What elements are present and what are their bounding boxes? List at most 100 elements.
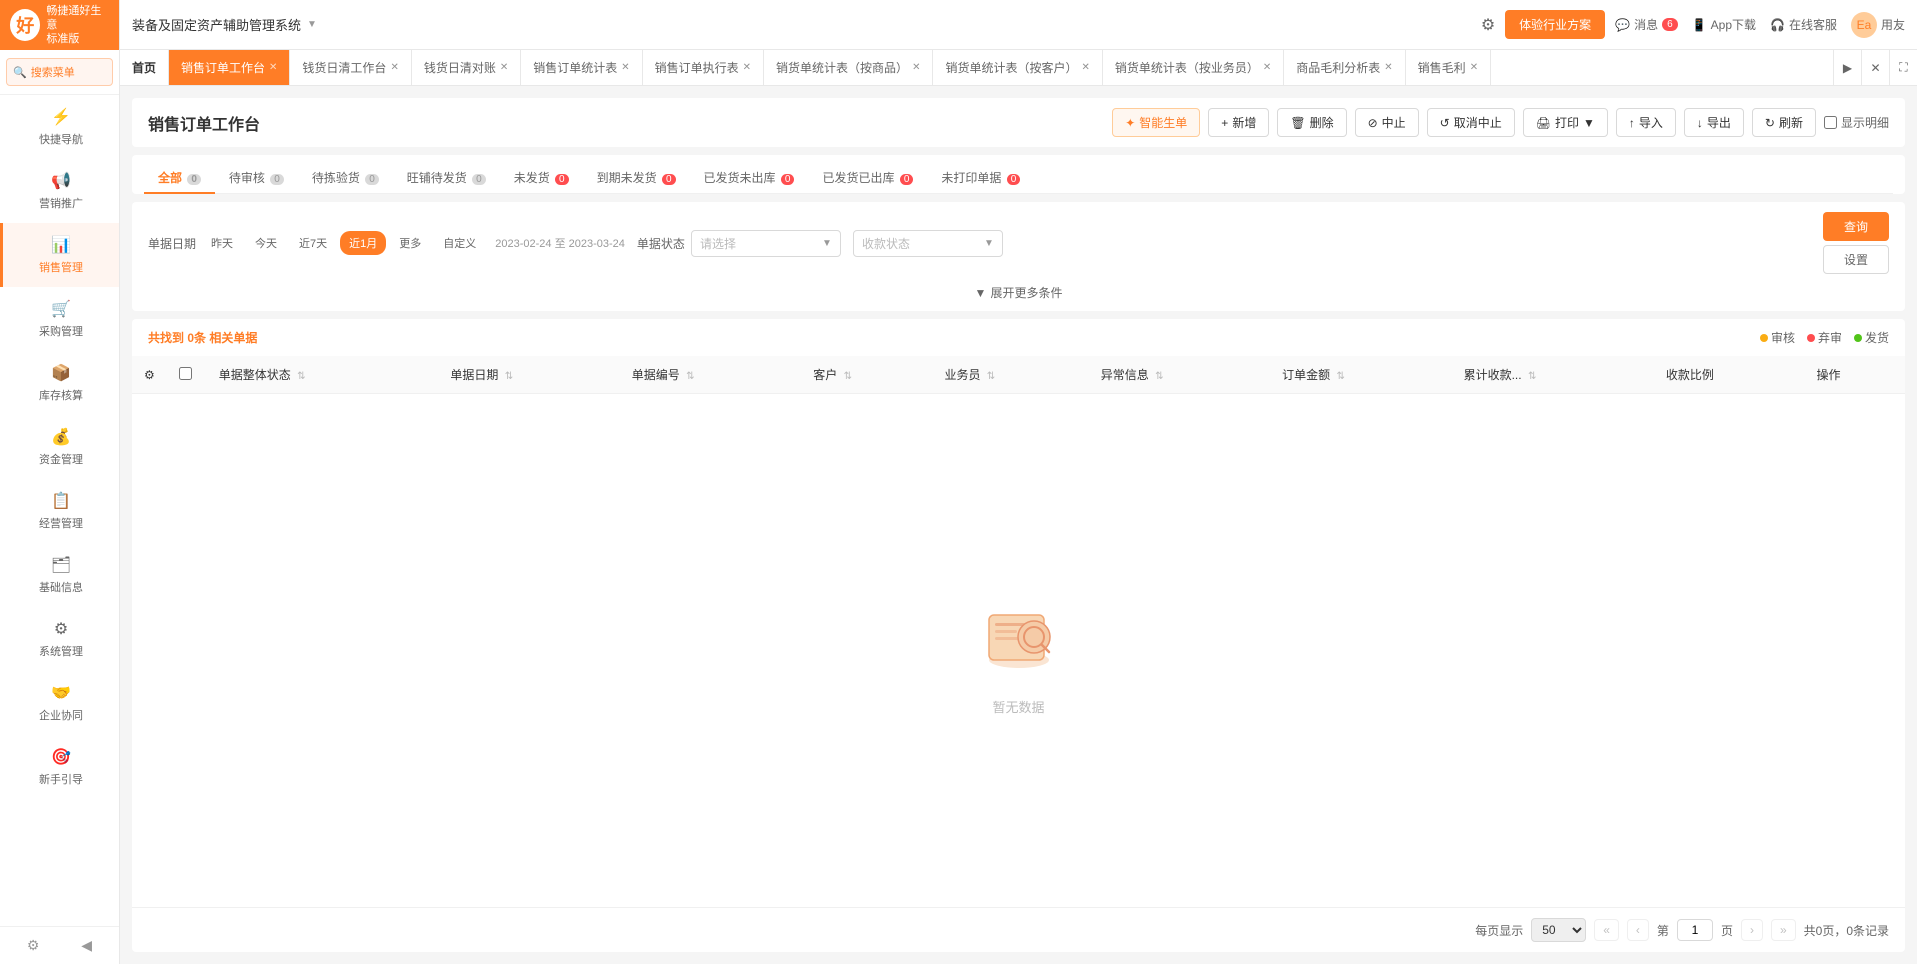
tab-close-sales-stat-product[interactable]: ✕ xyxy=(912,62,920,73)
sidebar-settings-button[interactable]: ⚙ xyxy=(27,937,40,954)
tab-sales-stat-customer[interactable]: 销货单统计表（按客户） ✕ xyxy=(933,50,1102,86)
stop-button[interactable]: ⊘ 中止 xyxy=(1355,108,1419,137)
tab-close-sales-stat[interactable]: ✕ xyxy=(621,62,629,73)
refresh-button[interactable]: ↻ 刷新 xyxy=(1752,108,1816,137)
date-btn-custom[interactable]: 自定义 xyxy=(434,231,485,255)
sub-tab-all[interactable]: 全部 0 xyxy=(144,163,215,194)
tab-close-sales-stat-staff[interactable]: ✕ xyxy=(1263,62,1271,73)
tab-close-cash-reconcile[interactable]: ✕ xyxy=(500,62,508,73)
show-detail-checkbox-label[interactable]: 显示明细 xyxy=(1824,114,1889,131)
topbar-settings-icon[interactable]: ⚙ xyxy=(1481,15,1495,35)
tab-fullscreen-button[interactable]: ⛶ xyxy=(1889,50,1917,86)
date-btn-more[interactable]: 更多 xyxy=(390,231,430,255)
tab-sales-workbench[interactable]: 销售订单工作台 ✕ xyxy=(169,50,290,86)
page-actions: ✦ 智能生单 + 新增 🗑 删除 ⊘ 中止 ↺ 取消中止 xyxy=(1112,108,1889,137)
tab-cash-reconcile[interactable]: 钱货日清对账 ✕ xyxy=(412,50,521,86)
sub-tab-wangpu[interactable]: 旺铺待发货 0 xyxy=(393,163,500,194)
status-select[interactable]: 请选择 ▼ xyxy=(691,230,841,257)
col-number-sort-icon[interactable]: ⇅ xyxy=(686,371,694,382)
show-detail-checkbox[interactable] xyxy=(1824,116,1837,129)
operations-icon: 📋 xyxy=(51,491,71,511)
tab-sales-exec[interactable]: 销售订单执行表 ✕ xyxy=(643,50,764,86)
prev-page-button[interactable]: ‹ xyxy=(1627,919,1649,941)
payment-select[interactable]: 收款状态 ▼ xyxy=(853,230,1003,257)
sidebar-item-operations[interactable]: 📋 经营管理 xyxy=(0,479,119,543)
export-button[interactable]: ↓ 导出 xyxy=(1684,108,1744,137)
search-menu-button[interactable]: 🔍 搜索菜单 xyxy=(6,58,113,86)
message-button[interactable]: 💬 消息 6 xyxy=(1615,16,1678,33)
tab-close-sales-stat-customer[interactable]: ✕ xyxy=(1081,62,1089,73)
filter-settings-button[interactable]: 设置 xyxy=(1823,245,1889,274)
online-service-button[interactable]: 🎧 在线客服 xyxy=(1770,16,1837,33)
sidebar-collapse-button[interactable]: ◀ xyxy=(81,937,92,954)
config-icon[interactable]: ⚙ xyxy=(144,368,155,382)
page-number-input[interactable] xyxy=(1677,919,1713,941)
ai-generate-button[interactable]: ✦ 智能生单 xyxy=(1112,108,1200,137)
sidebar-item-quick-nav[interactable]: ⚡ 快捷导航 xyxy=(0,95,119,159)
select-all-checkbox[interactable] xyxy=(179,367,192,380)
col-date-sort-icon[interactable]: ⇅ xyxy=(505,371,513,382)
tab-cash-daily[interactable]: 钱货日清工作台 ✕ xyxy=(290,50,411,86)
import-button[interactable]: ↑ 导入 xyxy=(1616,108,1676,137)
date-btn-1month[interactable]: 近1月 xyxy=(340,231,386,255)
sidebar-item-finance[interactable]: 💰 资金管理 xyxy=(0,415,119,479)
table-header: ⚙ 单据整体状态 ⇅ 单据日期 ⇅ xyxy=(132,356,1905,394)
refresh-icon: ↻ xyxy=(1765,116,1775,130)
col-amount-sort-icon[interactable]: ⇅ xyxy=(1337,371,1345,382)
query-button[interactable]: 查询 xyxy=(1823,212,1889,241)
cancel-stop-button[interactable]: ↺ 取消中止 xyxy=(1427,108,1515,137)
review-action-button[interactable]: 审核 xyxy=(1760,329,1795,346)
tab-home[interactable]: 首页 xyxy=(120,50,169,86)
date-btn-today[interactable]: 今天 xyxy=(246,231,286,255)
tab-close-sales-profit[interactable]: ✕ xyxy=(1470,62,1478,73)
sub-tab-pending-inspect[interactable]: 待拣验货 0 xyxy=(298,163,393,194)
sidebar-item-cooperation[interactable]: 🤝 企业协同 xyxy=(0,671,119,735)
col-exception-sort-icon[interactable]: ⇅ xyxy=(1155,371,1163,382)
sidebar-item-inventory[interactable]: 📦 库存核算 xyxy=(0,351,119,415)
first-page-button[interactable]: « xyxy=(1594,919,1619,941)
sub-tab-pending-review[interactable]: 待审核 0 xyxy=(215,163,298,194)
sub-tab-shipped-out[interactable]: 已发货已出库 0 xyxy=(808,163,927,194)
add-icon: + xyxy=(1221,116,1228,130)
sub-tab-shipped-not-out[interactable]: 已发货未出库 0 xyxy=(690,163,809,194)
tab-sales-profit[interactable]: 销售毛利 ✕ xyxy=(1406,50,1491,86)
tab-sales-stat[interactable]: 销售订单统计表 ✕ xyxy=(521,50,642,86)
col-status-sort-icon[interactable]: ⇅ xyxy=(297,371,305,382)
cancel-review-action-button[interactable]: 弃审 xyxy=(1807,329,1842,346)
date-btn-7days[interactable]: 近7天 xyxy=(290,231,336,255)
industry-solution-button[interactable]: 体验行业方案 xyxy=(1505,10,1605,39)
sub-tab-not-printed[interactable]: 未打印单据 0 xyxy=(927,163,1034,194)
expand-conditions-button[interactable]: ▼ 展开更多条件 xyxy=(975,280,1063,301)
sidebar-item-marketing[interactable]: 📢 营销推广 xyxy=(0,159,119,223)
col-received-sort-icon[interactable]: ⇅ xyxy=(1528,371,1536,382)
sidebar-item-basic-info[interactable]: 🗂 基础信息 xyxy=(0,543,119,607)
tab-sales-stat-staff[interactable]: 销货单统计表（按业务员） ✕ xyxy=(1103,50,1284,86)
tab-close-cash-daily[interactable]: ✕ xyxy=(390,62,398,73)
sidebar-item-sales[interactable]: 📊 销售管理 xyxy=(0,223,119,287)
user-menu-button[interactable]: Ea 用友 xyxy=(1851,12,1905,38)
app-download-button[interactable]: 📱 App下载 xyxy=(1692,16,1756,33)
tab-sales-stat-product[interactable]: 销货单统计表（按商品） ✕ xyxy=(764,50,933,86)
tab-close-sales-exec[interactable]: ✕ xyxy=(743,62,751,73)
tab-product-margin[interactable]: 商品毛利分析表 ✕ xyxy=(1284,50,1405,86)
print-button[interactable]: 🖨 打印 ▼ xyxy=(1523,108,1608,137)
sub-tab-not-shipped[interactable]: 未发货 0 xyxy=(500,163,583,194)
ship-action-button[interactable]: 发货 xyxy=(1854,329,1889,346)
tab-close-sales-workbench[interactable]: ✕ xyxy=(269,62,277,73)
sidebar-item-system[interactable]: ⚙ 系统管理 xyxy=(0,607,119,671)
col-ratio: 收款比例 xyxy=(1654,356,1805,394)
date-btn-yesterday[interactable]: 昨天 xyxy=(202,231,242,255)
col-customer-sort-icon[interactable]: ⇅ xyxy=(844,371,852,382)
per-page-select[interactable]: 50 10 20 100 xyxy=(1531,918,1586,942)
tab-scroll-right-button[interactable]: ▶ xyxy=(1833,50,1861,86)
sub-tab-expired-not-shipped[interactable]: 到期未发货 0 xyxy=(583,163,690,194)
tab-close-product-margin[interactable]: ✕ xyxy=(1384,62,1392,73)
next-page-button[interactable]: › xyxy=(1741,919,1763,941)
sidebar-item-guide[interactable]: 🎯 新手引导 xyxy=(0,735,119,799)
last-page-button[interactable]: » xyxy=(1771,919,1796,941)
col-staff-sort-icon[interactable]: ⇅ xyxy=(987,371,995,382)
add-button[interactable]: + 新增 xyxy=(1208,108,1269,137)
tab-close-all-button[interactable]: ✕ xyxy=(1861,50,1889,86)
sidebar-item-purchase[interactable]: 🛒 采购管理 xyxy=(0,287,119,351)
delete-button[interactable]: 🗑 删除 xyxy=(1277,108,1346,137)
